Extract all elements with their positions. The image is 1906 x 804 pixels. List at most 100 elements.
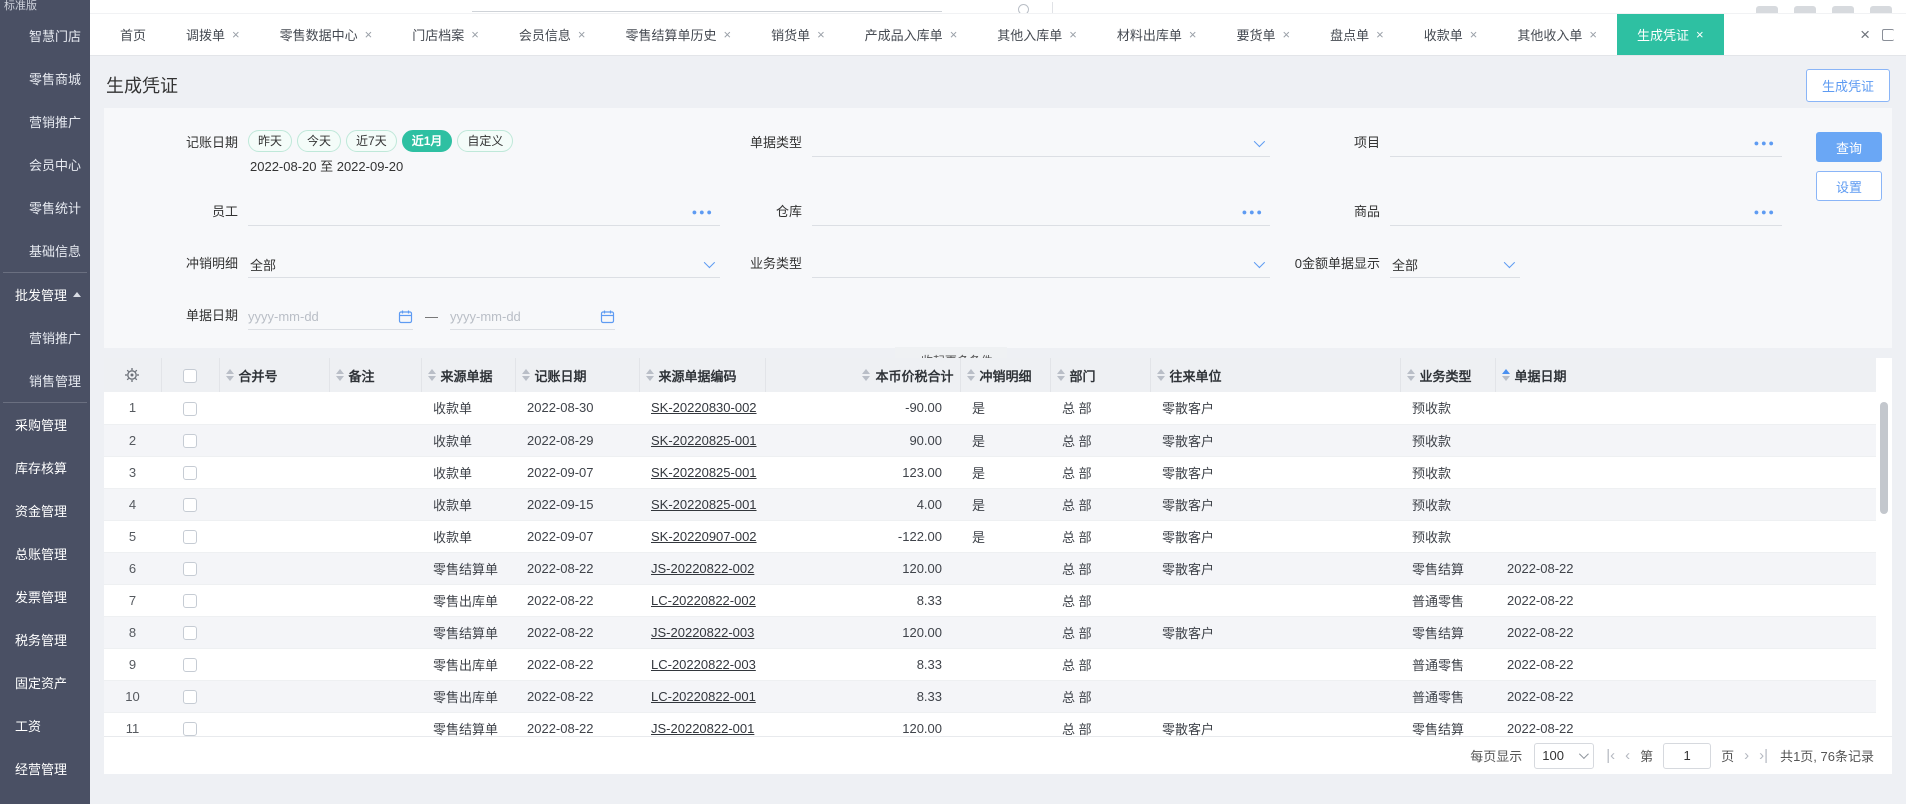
topbar-icon[interactable] [1870,6,1892,13]
quick-option-昨天[interactable]: 昨天 [248,130,293,152]
row-checkbox[interactable] [183,625,197,640]
topbar-icon[interactable] [1832,6,1854,13]
warehouse-picker[interactable]: ●●● [812,199,1270,226]
source-doc-link[interactable]: SK-20220830-002 [651,400,757,415]
tab-close-icon[interactable]: × [1589,27,1597,42]
tab-close-icon[interactable]: × [1283,27,1291,42]
sidebar-item-批发管理[interactable]: 批发管理 [0,273,90,316]
source-doc-link[interactable]: SK-20220825-001 [651,497,757,512]
doc-date-end[interactable] [450,303,615,330]
zero-amount-select[interactable]: 全部 [1390,251,1520,278]
row-checkbox[interactable] [183,689,197,704]
sort-icon[interactable] [1501,369,1510,381]
doc-date-start-input[interactable] [248,308,358,324]
sort-icon[interactable] [225,369,234,381]
column-header-冲销明细[interactable]: 冲销明细 [959,358,1050,392]
sidebar-item-基础信息[interactable]: 基础信息 [0,229,90,272]
generate-voucher-button[interactable]: 生成凭证 [1805,68,1890,102]
select-all-checkbox[interactable] [183,368,197,383]
sidebar-item-工资[interactable]: 工资 [0,704,90,747]
sidebar-item-固定资产[interactable]: 固定资产 [0,661,90,704]
sort-icon[interactable] [862,369,871,381]
tab-close-icon[interactable]: × [1470,27,1478,42]
quick-option-今天[interactable]: 今天 [297,130,342,152]
tab-close-icon[interactable]: × [471,27,479,42]
quick-option-自定义[interactable]: 自定义 [457,130,514,152]
tab-close-icon[interactable]: × [578,27,586,42]
employee-picker[interactable]: ●●● [248,199,720,226]
sidebar-item-库存核算[interactable]: 库存核算 [0,446,90,489]
tab-首页[interactable]: 首页 [100,14,166,55]
prev-page-icon[interactable]: ‹ [1625,747,1630,764]
tab-close-icon[interactable]: × [950,27,958,42]
sidebar-item-资金管理[interactable]: 资金管理 [0,489,90,532]
sort-icon[interactable] [427,369,436,381]
tab-调拨单[interactable]: 调拨单 × [166,14,260,55]
next-page-icon[interactable]: › [1744,747,1749,764]
sort-icon[interactable] [1056,369,1065,381]
column-header-本币价税合计[interactable]: 本币价税合计 [764,358,960,392]
column-header-来源单据[interactable]: 来源单据 [420,358,515,392]
doc-type-select[interactable] [812,130,1270,157]
sidebar-item-智慧门店[interactable]: 智慧门店 [0,14,90,57]
source-doc-link[interactable]: JS-20220822-003 [651,625,754,640]
tab-盘点单[interactable]: 盘点单 × [1310,14,1404,55]
page-number-input[interactable] [1663,742,1712,769]
sidebar-item-采购管理[interactable]: 采购管理 [0,403,90,446]
sort-icon[interactable] [335,369,344,381]
row-checkbox[interactable] [183,593,197,608]
tab-零售数据中心[interactable]: 零售数据中心 × [260,14,393,55]
tab-overflow-icon[interactable] [1882,28,1894,41]
sidebar-item-零售统计[interactable]: 零售统计 [0,186,90,229]
source-doc-link[interactable]: SK-20220907-002 [651,529,757,544]
tab-close-icon[interactable]: × [1376,27,1384,42]
biz-type-select[interactable] [812,251,1270,278]
sidebar-item-发票管理[interactable]: 发票管理 [0,575,90,618]
query-button[interactable]: 查询 [1816,132,1882,162]
column-header-业务类型[interactable]: 业务类型 [1399,358,1495,392]
first-page-icon[interactable]: |‹ [1606,747,1615,764]
sidebar-item-销售管理[interactable]: 销售管理 [0,359,90,402]
column-header-往来单位[interactable]: 往来单位 [1149,358,1400,392]
tab-要货单[interactable]: 要货单 × [1217,14,1311,55]
tab-close-icon[interactable]: × [723,27,731,42]
row-checkbox[interactable] [183,497,197,512]
source-doc-link[interactable]: SK-20220825-001 [651,433,757,448]
topbar-icon[interactable] [1794,6,1816,13]
source-doc-link[interactable]: SK-20220825-001 [651,465,757,480]
global-search-input[interactable] [472,11,942,12]
close-all-tabs-icon[interactable]: × [1860,25,1870,45]
source-doc-link[interactable]: JS-20220822-001 [651,721,754,736]
source-doc-link[interactable]: LC-20220822-001 [651,689,756,704]
tab-close-icon[interactable]: × [1696,27,1704,42]
page-size-select[interactable]: 100 [1534,742,1595,769]
tab-其他入库单[interactable]: 其他入库单 × [977,14,1097,55]
tab-销货单[interactable]: 销货单 × [751,14,845,55]
tab-close-icon[interactable]: × [232,27,240,42]
quick-option-近7天[interactable]: 近7天 [346,130,397,152]
sort-icon[interactable] [966,369,975,381]
column-header-备注[interactable]: 备注 [328,358,421,392]
sidebar-item-税务管理[interactable]: 税务管理 [0,618,90,661]
topbar-icon[interactable] [1756,6,1778,13]
tab-产成品入库单[interactable]: 产成品入库单 × [845,14,978,55]
tab-生成凭证[interactable]: 生成凭证 × [1616,14,1724,55]
row-checkbox[interactable] [183,721,197,736]
sort-icon[interactable] [1406,369,1415,381]
source-doc-link[interactable]: JS-20220822-002 [651,561,754,576]
sidebar-item-营销推广[interactable]: 营销推广 [0,316,90,359]
sidebar-item-营销推广[interactable]: 营销推广 [0,100,90,143]
tab-close-icon[interactable]: × [365,27,373,42]
row-checkbox[interactable] [183,401,197,416]
last-page-icon[interactable]: ›| [1759,747,1768,764]
sidebar-item-总账管理[interactable]: 总账管理 [0,532,90,575]
doc-date-start[interactable] [248,303,413,330]
vertical-scrollbar[interactable] [1880,402,1888,514]
tab-close-icon[interactable]: × [817,27,825,42]
table-settings-header[interactable] [104,358,161,392]
column-header-单据日期[interactable]: 单据日期 [1494,358,1876,392]
tab-close-icon[interactable]: × [1189,27,1197,42]
row-checkbox[interactable] [183,465,197,480]
sort-icon[interactable] [521,369,530,381]
sort-icon[interactable] [645,369,654,381]
